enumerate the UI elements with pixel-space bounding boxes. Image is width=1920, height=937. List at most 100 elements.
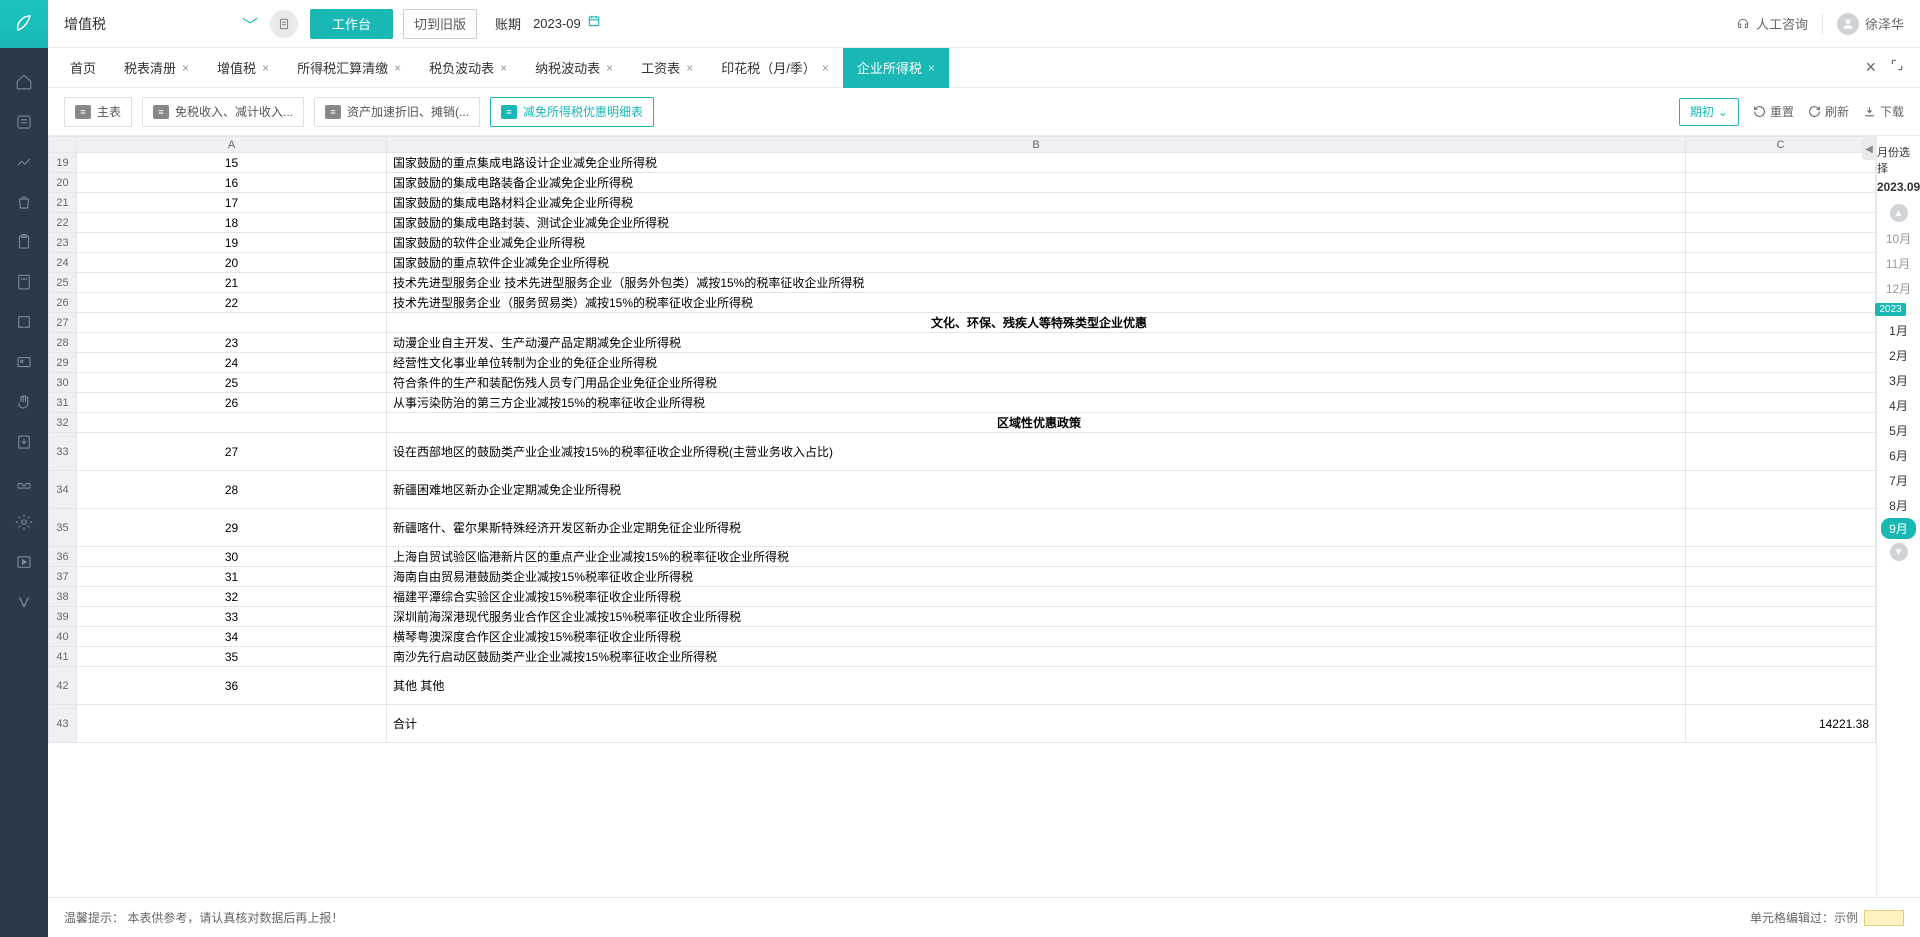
cell[interactable]: 经营性文化事业单位转制为企业的免征企业所得税 bbox=[387, 353, 1686, 373]
cell[interactable]: 新疆困难地区新办企业定期减免企业所得税 bbox=[387, 471, 1686, 509]
month-item[interactable]: 10月 bbox=[1886, 226, 1911, 251]
cell[interactable]: 国家鼓励的集成电路装备企业减免企业所得税 bbox=[387, 173, 1686, 193]
tag-icon[interactable] bbox=[14, 312, 34, 332]
cell[interactable]: 南沙先行启动区鼓励类产业企业减按15%税率征收企业所得税 bbox=[387, 647, 1686, 667]
month-item[interactable]: 4月 bbox=[1889, 393, 1908, 418]
letter-v-icon[interactable] bbox=[14, 592, 34, 612]
sheet-tab-1[interactable]: ≡免税收入、减计收入... bbox=[142, 97, 304, 127]
cell[interactable]: 国家鼓励的重点集成电路设计企业减免企业所得税 bbox=[387, 153, 1686, 173]
cell[interactable] bbox=[77, 413, 387, 433]
row-number[interactable]: 33 bbox=[49, 433, 77, 471]
row-number[interactable]: 21 bbox=[49, 193, 77, 213]
cell[interactable] bbox=[1686, 567, 1876, 587]
close-icon[interactable]: × bbox=[262, 61, 269, 75]
chart-icon[interactable] bbox=[14, 152, 34, 172]
cell[interactable] bbox=[1686, 313, 1876, 333]
cell[interactable] bbox=[1686, 413, 1876, 433]
row-number[interactable]: 35 bbox=[49, 509, 77, 547]
close-icon[interactable]: × bbox=[606, 61, 613, 75]
month-item[interactable]: 1月 bbox=[1889, 318, 1908, 343]
user-menu[interactable]: 徐泽华 bbox=[1837, 13, 1904, 35]
col-header-A[interactable]: A bbox=[77, 137, 387, 153]
cell[interactable] bbox=[1686, 173, 1876, 193]
row-number[interactable]: 27 bbox=[49, 313, 77, 333]
tab-8[interactable]: 企业所得税× bbox=[843, 48, 949, 88]
refresh-button[interactable]: 刷新 bbox=[1808, 103, 1849, 120]
cell[interactable]: 国家鼓励的软件企业减免企业所得税 bbox=[387, 233, 1686, 253]
tax-type-dropdown[interactable]: 增值税 ﹀ bbox=[64, 12, 258, 36]
row-number[interactable]: 31 bbox=[49, 393, 77, 413]
cell[interactable] bbox=[1686, 273, 1876, 293]
month-item[interactable]: 2月 bbox=[1889, 343, 1908, 368]
sheet-tab-2[interactable]: ≡资产加速折旧、摊销(... bbox=[314, 97, 480, 127]
cell[interactable]: 25 bbox=[77, 373, 387, 393]
cell[interactable]: 横琴粤澳深度合作区企业减按15%税率征收企业所得税 bbox=[387, 627, 1686, 647]
tab-0[interactable]: 首页 bbox=[56, 48, 110, 88]
cell[interactable]: 36 bbox=[77, 667, 387, 705]
period-init-button[interactable]: 期初 ⌄ bbox=[1679, 98, 1739, 126]
cell[interactable]: 文化、环保、残疾人等特殊类型企业优惠 bbox=[387, 313, 1686, 333]
tab-6[interactable]: 工资表× bbox=[627, 48, 707, 88]
cell[interactable]: 17 bbox=[77, 193, 387, 213]
home-icon[interactable] bbox=[14, 72, 34, 92]
row-number[interactable]: 39 bbox=[49, 607, 77, 627]
month-item[interactable]: 6月 bbox=[1889, 443, 1908, 468]
row-number[interactable]: 25 bbox=[49, 273, 77, 293]
cell[interactable]: 33 bbox=[77, 607, 387, 627]
cell[interactable] bbox=[1686, 293, 1876, 313]
row-number[interactable]: 28 bbox=[49, 333, 77, 353]
month-item[interactable]: 11月 bbox=[1886, 251, 1911, 276]
cell[interactable] bbox=[1686, 153, 1876, 173]
cell[interactable]: 28 bbox=[77, 471, 387, 509]
hand-icon[interactable] bbox=[14, 392, 34, 412]
month-down-icon[interactable]: ▼ bbox=[1890, 543, 1908, 561]
help-link[interactable]: 人工咨询 bbox=[1736, 14, 1808, 33]
sheet-tab-0[interactable]: ≡主表 bbox=[64, 97, 132, 127]
row-number[interactable]: 24 bbox=[49, 253, 77, 273]
download-button[interactable]: 下载 bbox=[1863, 103, 1904, 120]
row-number[interactable]: 30 bbox=[49, 373, 77, 393]
col-header-B[interactable]: B bbox=[387, 137, 1686, 153]
cell[interactable]: 深圳前海深港现代服务业合作区企业减按15%税率征收企业所得税 bbox=[387, 607, 1686, 627]
cell[interactable]: 20 bbox=[77, 253, 387, 273]
reset-button[interactable]: 重置 bbox=[1753, 103, 1794, 120]
close-icon[interactable]: × bbox=[182, 61, 189, 75]
cell[interactable]: 26 bbox=[77, 393, 387, 413]
cell[interactable] bbox=[1686, 509, 1876, 547]
row-number[interactable]: 22 bbox=[49, 213, 77, 233]
cell[interactable]: 32 bbox=[77, 587, 387, 607]
cell[interactable]: 技术先进型服务企业（服务贸易类）减按15%的税率征收企业所得税 bbox=[387, 293, 1686, 313]
calculator-icon[interactable] bbox=[14, 272, 34, 292]
export-icon[interactable] bbox=[14, 432, 34, 452]
cell[interactable] bbox=[1686, 627, 1876, 647]
row-number[interactable]: 41 bbox=[49, 647, 77, 667]
cell[interactable] bbox=[77, 705, 387, 743]
close-icon[interactable]: × bbox=[822, 61, 829, 75]
row-number[interactable]: 26 bbox=[49, 293, 77, 313]
cell[interactable]: 22 bbox=[77, 293, 387, 313]
row-number[interactable]: 38 bbox=[49, 587, 77, 607]
cell[interactable] bbox=[1686, 587, 1876, 607]
row-number[interactable]: 23 bbox=[49, 233, 77, 253]
switch-old-button[interactable]: 切到旧版 bbox=[403, 9, 477, 39]
cell[interactable]: 国家鼓励的集成电路封装、测试企业减免企业所得税 bbox=[387, 213, 1686, 233]
close-all-icon[interactable]: × bbox=[1865, 57, 1876, 78]
cell[interactable]: 区域性优惠政策 bbox=[387, 413, 1686, 433]
row-number[interactable]: 19 bbox=[49, 153, 77, 173]
cell[interactable]: 23 bbox=[77, 333, 387, 353]
row-number[interactable]: 29 bbox=[49, 353, 77, 373]
sheet-tab-3[interactable]: ≡减免所得税优惠明细表 bbox=[490, 97, 654, 127]
cell[interactable]: 21 bbox=[77, 273, 387, 293]
corner-cell[interactable] bbox=[49, 137, 77, 153]
cell[interactable] bbox=[1686, 433, 1876, 471]
month-item[interactable]: 3月 bbox=[1889, 368, 1908, 393]
cell[interactable]: 符合条件的生产和装配伤残人员专门用品企业免征企业所得税 bbox=[387, 373, 1686, 393]
cell[interactable] bbox=[1686, 353, 1876, 373]
month-item[interactable]: 8月 bbox=[1889, 493, 1908, 518]
cell[interactable]: 新疆喀什、霍尔果斯特殊经济开发区新办企业定期免征企业所得税 bbox=[387, 509, 1686, 547]
cell[interactable]: 从事污染防治的第三方企业减按15%的税率征收企业所得税 bbox=[387, 393, 1686, 413]
bag-icon[interactable] bbox=[14, 192, 34, 212]
cell[interactable] bbox=[1686, 547, 1876, 567]
cell[interactable]: 技术先进型服务企业 技术先进型服务企业（服务外包类）减按15%的税率征收企业所得… bbox=[387, 273, 1686, 293]
cell[interactable]: 15 bbox=[77, 153, 387, 173]
